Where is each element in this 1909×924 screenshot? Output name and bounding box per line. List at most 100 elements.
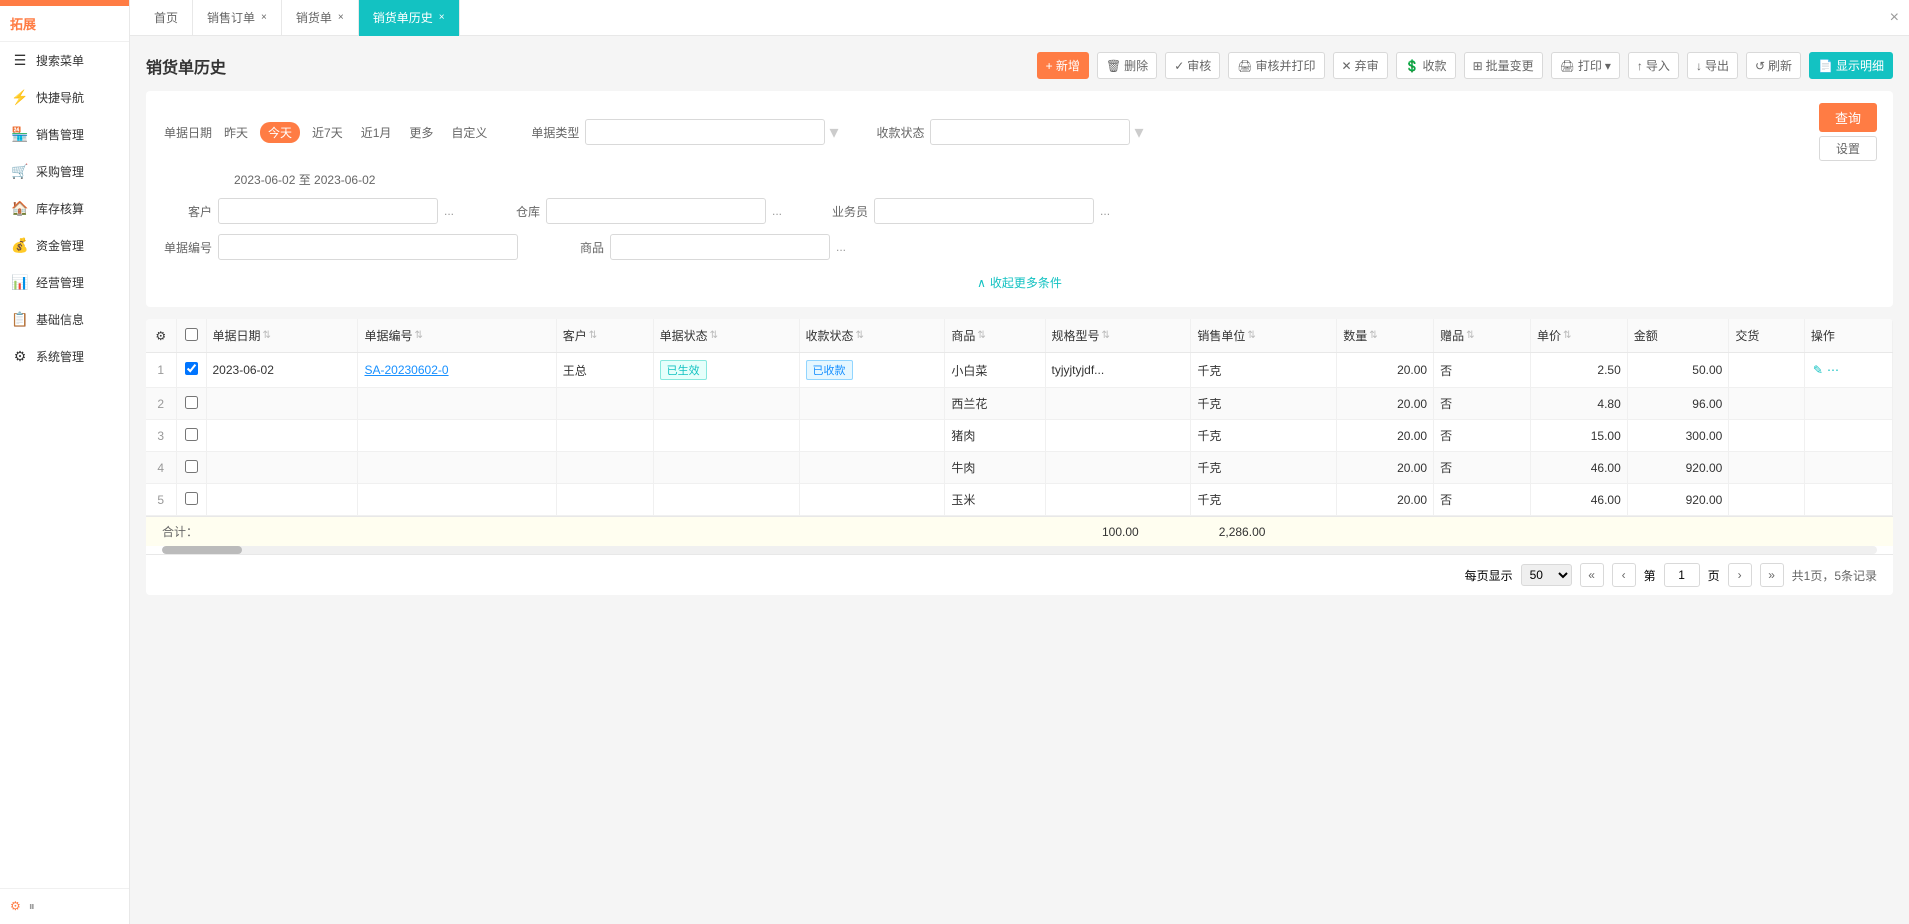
- audit-print-button[interactable]: 🖨 审核并打印: [1228, 52, 1324, 79]
- doc-status-sort-icon: ⇅: [710, 330, 718, 341]
- tab-home[interactable]: 首页: [140, 0, 193, 36]
- next-page-button[interactable]: ›: [1728, 563, 1752, 587]
- sidebar-item-search-menu[interactable]: ☰ 搜索菜单: [0, 42, 129, 79]
- new-button[interactable]: + 新增: [1037, 52, 1089, 79]
- main-area: 首页 销售订单 × 销货单 × 销货单历史 × × 销货单历史 + 新增 🗑 删…: [130, 0, 1909, 924]
- current-page-input[interactable]: 1: [1664, 563, 1700, 587]
- th-unit-sort[interactable]: 销售单位 ⇅: [1197, 327, 1330, 344]
- th-goods-sort[interactable]: 商品 ⇅: [951, 327, 1038, 344]
- last-page-button[interactable]: »: [1760, 563, 1784, 587]
- tab-sales-order[interactable]: 销售订单 ×: [193, 0, 282, 36]
- warehouse-dots[interactable]: ...: [772, 204, 782, 218]
- row-checkbox-1[interactable]: [176, 388, 206, 420]
- row-gift-1: 否: [1434, 388, 1531, 420]
- date-btn-1month[interactable]: 近1月: [355, 122, 398, 143]
- row-goods-3: 牛肉: [945, 452, 1045, 484]
- date-btn-yesterday[interactable]: 昨天: [218, 122, 254, 143]
- th-collect-status-sort[interactable]: 收款状态 ⇅: [806, 327, 939, 344]
- sidebar-item-sales[interactable]: 🏪 销售管理: [0, 116, 129, 153]
- goods-dots[interactable]: ...: [836, 240, 846, 254]
- horizontal-scrollbar[interactable]: [162, 546, 1877, 554]
- th-unit-label: 销售单位: [1197, 327, 1245, 344]
- th-customer-sort[interactable]: 客户 ⇅: [563, 327, 647, 344]
- tab-sales-history-close[interactable]: ×: [439, 12, 445, 23]
- doc-type-input[interactable]: [585, 119, 825, 145]
- row-checkbox-0[interactable]: [176, 353, 206, 388]
- tab-sales-order-label: 销售订单: [207, 9, 255, 26]
- tabbar-close-button[interactable]: ×: [1890, 9, 1899, 27]
- salesperson-input[interactable]: [874, 198, 1094, 224]
- scrollbar-thumb[interactable]: [162, 546, 242, 554]
- row-date-3: [206, 452, 358, 484]
- row-checkbox-2[interactable]: [176, 420, 206, 452]
- row-select-checkbox[interactable]: [185, 362, 198, 375]
- salesperson-dots[interactable]: ...: [1100, 204, 1110, 218]
- th-date-sort[interactable]: 单据日期 ⇅: [213, 327, 352, 344]
- row-goods-4: 玉米: [945, 484, 1045, 516]
- th-gift-sort[interactable]: 赠品 ⇅: [1440, 327, 1524, 344]
- collect-button[interactable]: 💲 收款: [1396, 52, 1456, 79]
- customer-dots[interactable]: ...: [444, 204, 454, 218]
- warehouse-input[interactable]: [546, 198, 766, 224]
- sidebar-item-finance[interactable]: 💰 资金管理: [0, 227, 129, 264]
- print-label: 打印: [1578, 57, 1602, 74]
- row-select-checkbox[interactable]: [185, 460, 198, 473]
- th-price-sort[interactable]: 单价 ⇅: [1537, 327, 1621, 344]
- sidebar-item-base-info[interactable]: 📋 基础信息: [0, 301, 129, 338]
- row-select-checkbox[interactable]: [185, 428, 198, 441]
- abandon-button[interactable]: ✕ 弃审: [1333, 52, 1388, 79]
- row-select-checkbox[interactable]: [185, 396, 198, 409]
- docno-input[interactable]: [218, 234, 518, 260]
- date-btn-custom[interactable]: 自定义: [445, 122, 493, 143]
- edit-action[interactable]: ✎: [1813, 363, 1823, 377]
- date-btn-7days[interactable]: 近7天: [306, 122, 349, 143]
- tab-sales-order-close[interactable]: ×: [261, 12, 267, 23]
- delete-button[interactable]: 🗑 删除: [1097, 52, 1157, 79]
- prev-page-button[interactable]: ‹: [1612, 563, 1636, 587]
- sidebar-bottom-icon1[interactable]: ⚙: [10, 899, 21, 914]
- sidebar-item-quick-nav[interactable]: ⚡ 快捷导航: [0, 79, 129, 116]
- refresh-button[interactable]: ↺ 刷新: [1746, 52, 1801, 79]
- customer-input[interactable]: [218, 198, 438, 224]
- tab-sales-invoice[interactable]: 销货单 ×: [282, 0, 359, 36]
- row-goods-2: 猪肉: [945, 420, 1045, 452]
- goods-input[interactable]: [610, 234, 830, 260]
- tab-sales-history[interactable]: 销货单历史 ×: [359, 0, 460, 36]
- more-action[interactable]: ⋯: [1827, 363, 1839, 377]
- page-size-select[interactable]: 50 100 200: [1521, 564, 1572, 586]
- th-spec-sort[interactable]: 规格型号 ⇅: [1052, 327, 1185, 344]
- th-docno-sort[interactable]: 单据编号 ⇅: [364, 327, 549, 344]
- batch-change-button[interactable]: ⊞ 批量变更: [1464, 52, 1543, 79]
- tab-sales-invoice-close[interactable]: ×: [338, 12, 344, 23]
- date-btn-today[interactable]: 今天: [260, 122, 300, 143]
- export-button[interactable]: ↓ 导出: [1687, 52, 1738, 79]
- row-unit-0: 千克: [1191, 353, 1337, 388]
- select-all-checkbox[interactable]: [185, 328, 198, 341]
- price-sort-icon: ⇅: [1563, 330, 1571, 341]
- first-page-button[interactable]: «: [1580, 563, 1604, 587]
- date-btn-more[interactable]: 更多: [403, 122, 439, 143]
- th-checkbox[interactable]: [176, 319, 206, 353]
- row-checkbox-3[interactable]: [176, 452, 206, 484]
- query-button[interactable]: 查询: [1819, 103, 1877, 132]
- row-checkbox-4[interactable]: [176, 484, 206, 516]
- row-select-checkbox[interactable]: [185, 492, 198, 505]
- th-qty-sort[interactable]: 数量 ⇅: [1343, 327, 1427, 344]
- import-button[interactable]: ↑ 导入: [1628, 52, 1679, 79]
- collapse-button[interactable]: ∧ 收起更多条件: [162, 270, 1877, 295]
- sidebar-item-operations[interactable]: 📊 经营管理: [0, 264, 129, 301]
- show-detail-button[interactable]: 📄 显示明细: [1809, 52, 1893, 79]
- collect-status-input[interactable]: [930, 119, 1130, 145]
- set-button[interactable]: 设置: [1819, 136, 1877, 161]
- th-settings[interactable]: ⚙: [146, 319, 176, 353]
- print-button[interactable]: 🖨 打印 ▾: [1551, 52, 1620, 79]
- sidebar-bottom-icon2[interactable]: ⏸: [29, 899, 35, 914]
- sidebar-item-purchase[interactable]: 🛒 采购管理: [0, 153, 129, 190]
- docno-link[interactable]: SA-20230602-0: [364, 363, 448, 377]
- row-action-2: [1804, 420, 1892, 452]
- row-num-4: 5: [146, 484, 176, 516]
- sidebar-item-system[interactable]: ⚙ 系统管理: [0, 338, 129, 375]
- audit-button[interactable]: ✓ 审核: [1165, 52, 1220, 79]
- sidebar-item-inventory[interactable]: 🏠 库存核算: [0, 190, 129, 227]
- th-doc-status-sort[interactable]: 单据状态 ⇅: [660, 327, 793, 344]
